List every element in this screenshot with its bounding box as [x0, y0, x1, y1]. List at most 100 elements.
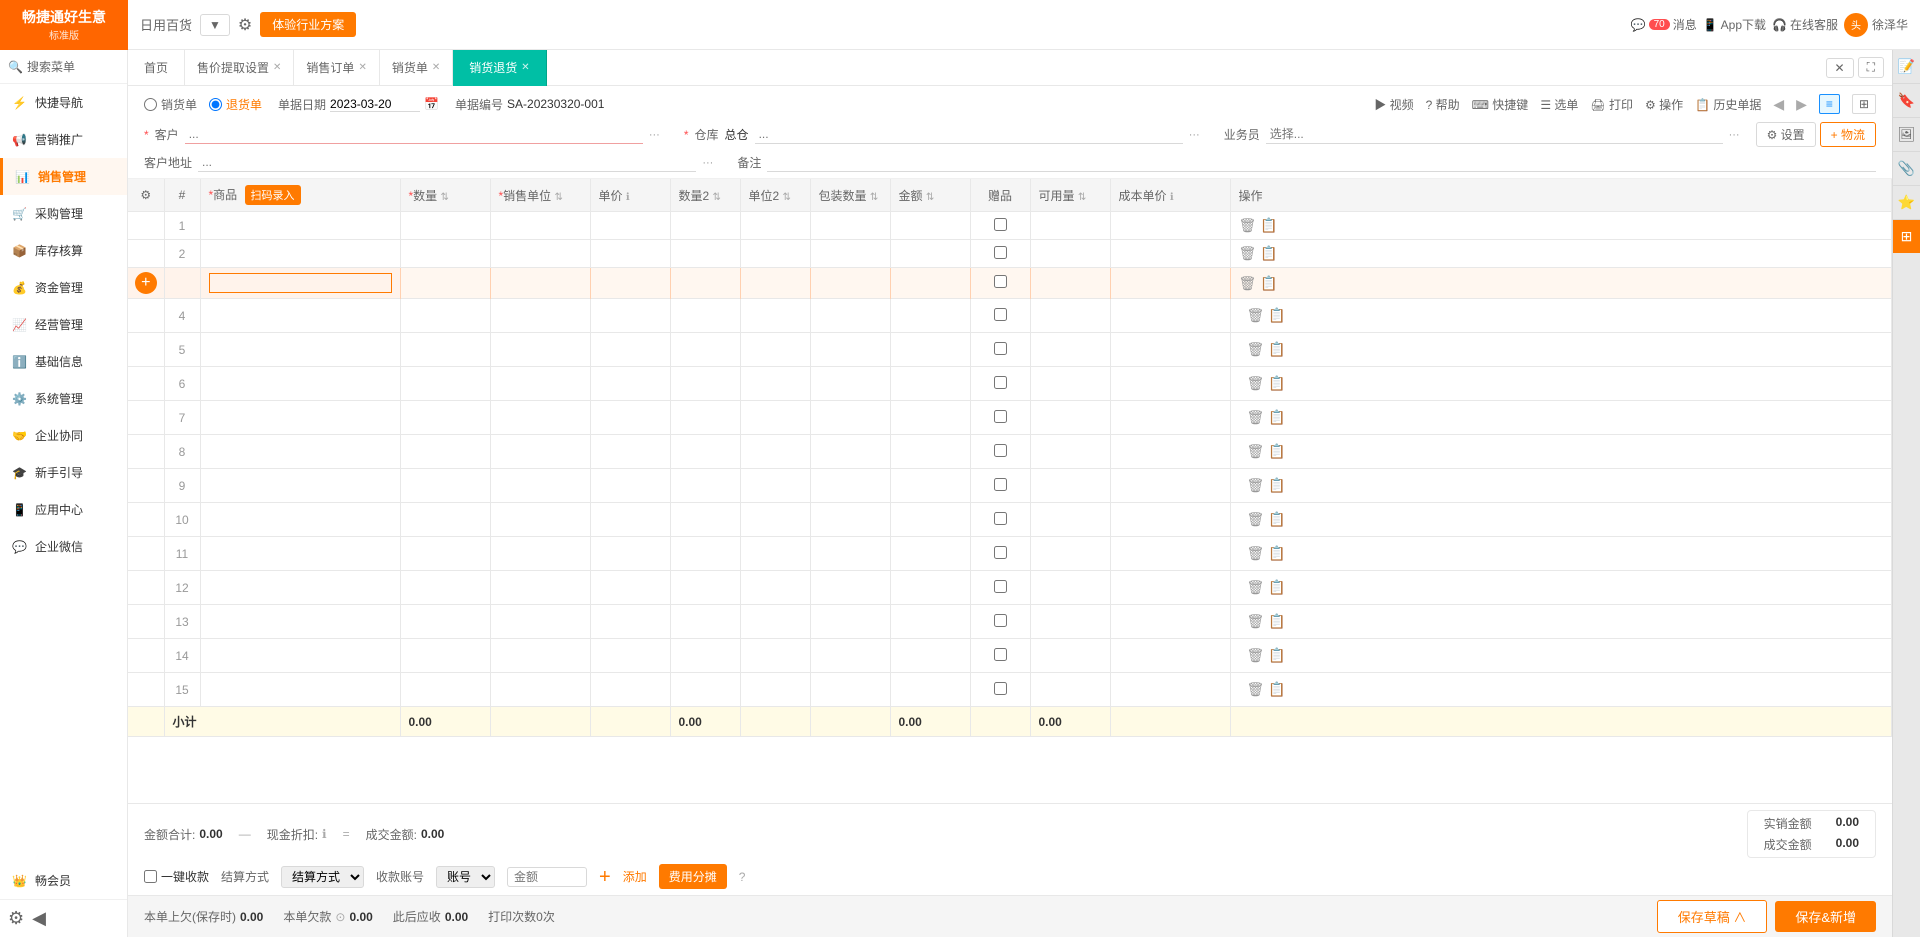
fenyong-help-btn[interactable]: ?: [739, 870, 746, 884]
print-btn[interactable]: 🖨 打印: [1590, 96, 1633, 113]
help-btn[interactable]: ? 帮助: [1426, 96, 1460, 113]
delete-btn-5[interactable]: 🗑: [1247, 341, 1265, 358]
sidebar-item-wechat[interactable]: 💬 企业微信: [0, 528, 127, 565]
save-new-btn[interactable]: 保存&新增: [1775, 901, 1876, 932]
delete-btn-6[interactable]: 🗑: [1247, 375, 1265, 392]
gift-checkbox-7[interactable]: [994, 410, 1007, 423]
salesperson-more[interactable]: ···: [1729, 129, 1740, 141]
delete-btn-1[interactable]: 🗑: [1239, 217, 1257, 234]
scan-btn[interactable]: 扫码录入: [245, 185, 301, 205]
settings-bottom-btn[interactable]: ⚙: [8, 908, 24, 929]
tab-home[interactable]: 首页: [128, 50, 185, 86]
customer-more[interactable]: ···: [649, 129, 660, 141]
copy-btn-3[interactable]: 📋: [1260, 275, 1277, 292]
gift-checkbox-15[interactable]: [994, 682, 1007, 695]
gift-checkbox-2[interactable]: [994, 246, 1007, 259]
delete-btn-2[interactable]: 🗑: [1239, 245, 1257, 262]
gift-checkbox-9[interactable]: [994, 478, 1007, 491]
sidebar-item-enterprise[interactable]: 🤝 企业协同: [0, 417, 127, 454]
gift-checkbox-12[interactable]: [994, 580, 1007, 593]
delete-btn-15[interactable]: 🗑: [1247, 681, 1265, 698]
side-btn-1[interactable]: 📝: [1893, 50, 1920, 84]
delete-btn-4[interactable]: 🗑: [1247, 307, 1265, 324]
logistics-btn[interactable]: + 物流: [1820, 122, 1876, 147]
calendar-icon[interactable]: 📅: [424, 97, 439, 111]
warehouse-input[interactable]: [755, 125, 1183, 144]
gift-checkbox-5[interactable]: [994, 342, 1007, 355]
delete-btn-14[interactable]: 🗑: [1247, 647, 1265, 664]
copy-btn-7[interactable]: 📋: [1268, 409, 1285, 426]
sidebar-item-sales[interactable]: 📊 销售管理: [0, 158, 127, 195]
gift-checkbox-8[interactable]: [994, 444, 1007, 457]
copy-btn-15[interactable]: 📋: [1268, 681, 1285, 698]
gift-checkbox-13[interactable]: [994, 614, 1007, 627]
delete-btn-7[interactable]: 🗑: [1247, 409, 1265, 426]
expand-tab-btn[interactable]: ⛶: [1858, 57, 1884, 78]
tab-sale-price-close[interactable]: ✕: [273, 62, 281, 73]
history-btn[interactable]: 📋 历史单据: [1695, 96, 1761, 113]
remark-input[interactable]: [767, 153, 1876, 172]
copy-btn-14[interactable]: 📋: [1268, 647, 1285, 664]
copy-btn-9[interactable]: 📋: [1268, 477, 1285, 494]
save-draft-btn[interactable]: 保存草稿 ∧: [1657, 900, 1768, 933]
app-download-btn[interactable]: 📱 App下载: [1703, 16, 1766, 33]
sidebar-item-purchase[interactable]: 🛒 采购管理: [0, 195, 127, 232]
copy-btn-2[interactable]: 📋: [1260, 245, 1277, 262]
gift-checkbox-4[interactable]: [994, 308, 1007, 321]
copy-btn-11[interactable]: 📋: [1268, 545, 1285, 562]
side-btn-5[interactable]: ⭐: [1893, 186, 1920, 220]
side-btn-4[interactable]: 📎: [1893, 152, 1920, 186]
side-btn-2[interactable]: 🔖: [1893, 84, 1920, 118]
add-row-btn[interactable]: +: [135, 272, 157, 294]
copy-btn-8[interactable]: 📋: [1268, 443, 1285, 460]
next-doc-btn[interactable]: ▶: [1796, 96, 1807, 113]
sidebar-search[interactable]: 🔍 搜索菜单: [0, 50, 127, 84]
sidebar-item-member[interactable]: 👑 畅会员: [0, 862, 127, 899]
sidebar-item-operation[interactable]: 📈 经营管理: [0, 306, 127, 343]
dropdown-btn[interactable]: ▼: [200, 14, 230, 36]
sidebar-item-quicknav[interactable]: ⚡ 快捷导航: [0, 84, 127, 121]
date-input[interactable]: [330, 97, 420, 112]
one-click-checkbox[interactable]: 一键收款: [144, 868, 209, 885]
sidebar-item-apps[interactable]: 📱 应用中心: [0, 491, 127, 528]
copy-btn-4[interactable]: 📋: [1268, 307, 1285, 324]
type-sale-radio[interactable]: 销货单: [144, 96, 197, 113]
copy-btn-1[interactable]: 📋: [1260, 217, 1277, 234]
gift-checkbox-1[interactable]: [994, 218, 1007, 231]
tab-sale-return-close[interactable]: ✕: [521, 62, 529, 73]
copy-btn-5[interactable]: 📋: [1268, 341, 1285, 358]
gift-checkbox-10[interactable]: [994, 512, 1007, 525]
message-btn[interactable]: 💬 70 消息: [1631, 16, 1697, 33]
gift-checkbox-3[interactable]: [994, 275, 1007, 288]
view-grid-btn[interactable]: ⊞: [1852, 94, 1876, 114]
online-service-btn[interactable]: 🎧 在线客服: [1772, 16, 1838, 33]
delete-btn-8[interactable]: 🗑: [1247, 443, 1265, 460]
discount-info-btn[interactable]: ℹ: [322, 827, 327, 841]
delete-btn-11[interactable]: 🗑: [1247, 545, 1265, 562]
goods-input-3[interactable]: [209, 273, 392, 293]
tab-sale-return[interactable]: 销货退货 ✕: [453, 50, 546, 86]
delete-btn-9[interactable]: 🗑: [1247, 477, 1265, 494]
tab-sale-order[interactable]: 销售订单 ✕: [294, 50, 379, 86]
gift-checkbox-14[interactable]: [994, 648, 1007, 661]
delete-btn-10[interactable]: 🗑: [1247, 511, 1265, 528]
operate-btn[interactable]: ⚙ 操作: [1645, 96, 1683, 113]
sidebar-item-inventory[interactable]: 📦 库存核算: [0, 232, 127, 269]
delete-btn-12[interactable]: 🗑: [1247, 579, 1265, 596]
th-config[interactable]: ⚙: [128, 179, 164, 212]
sidebar-item-basic[interactable]: ℹ️ 基础信息: [0, 343, 127, 380]
copy-btn-10[interactable]: 📋: [1268, 511, 1285, 528]
customer-input[interactable]: [185, 125, 643, 144]
side-btn-6[interactable]: ⊞: [1893, 220, 1920, 253]
delete-btn-13[interactable]: 🗑: [1247, 613, 1265, 630]
copy-btn-6[interactable]: 📋: [1268, 375, 1285, 392]
side-btn-3[interactable]: 🖼: [1893, 118, 1920, 152]
sidebar-item-finance[interactable]: 💰 资金管理: [0, 269, 127, 306]
sidebar-item-system[interactable]: ⚙️ 系统管理: [0, 380, 127, 417]
sidebar-item-guide[interactable]: 🎓 新手引导: [0, 454, 127, 491]
salesperson-input[interactable]: [1266, 125, 1723, 144]
warehouse-more[interactable]: ···: [1189, 129, 1200, 141]
tab-sale-delivery-close[interactable]: ✕: [432, 62, 440, 73]
user-avatar[interactable]: 头 徐泽华: [1844, 13, 1908, 37]
video-btn[interactable]: ▶ 视频: [1374, 96, 1413, 113]
